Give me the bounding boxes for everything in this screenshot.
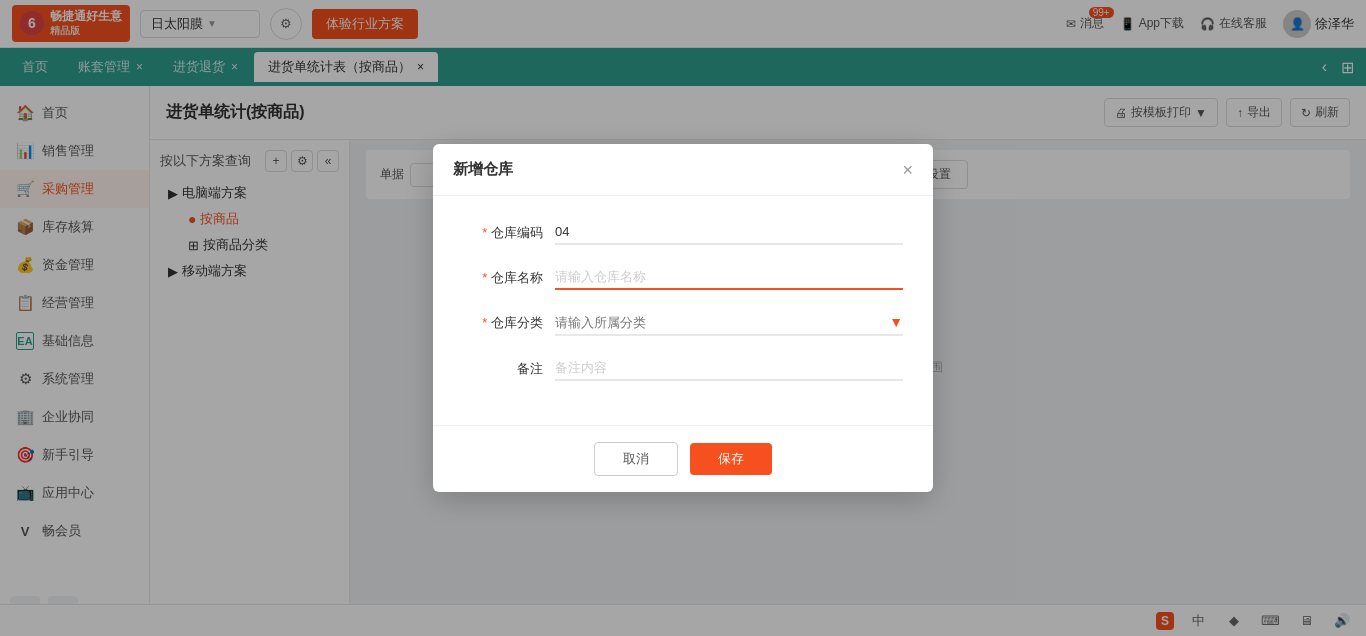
cancel-button[interactable]: 取消	[594, 442, 678, 476]
modal-close-button[interactable]: ×	[902, 161, 913, 179]
remark-label: 备注	[463, 360, 543, 378]
modal-overlay[interactable]: 新增仓库 × 仓库编码 仓库名称 仓库分类	[0, 0, 1366, 636]
name-input[interactable]	[555, 265, 903, 290]
modal-new-warehouse: 新增仓库 × 仓库编码 仓库名称 仓库分类	[433, 144, 933, 492]
remark-input[interactable]	[555, 356, 903, 381]
code-label: 仓库编码	[463, 224, 543, 242]
save-button[interactable]: 保存	[690, 443, 772, 475]
code-input[interactable]	[555, 220, 903, 245]
category-dropdown-icon: ▼	[889, 314, 903, 330]
form-row-code: 仓库编码	[463, 220, 903, 245]
category-label: 仓库分类	[463, 314, 543, 332]
category-select-wrap[interactable]: ▼	[555, 310, 903, 336]
form-row-name: 仓库名称	[463, 265, 903, 290]
modal-body: 仓库编码 仓库名称 仓库分类 ▼	[433, 196, 933, 425]
category-select-input[interactable]	[555, 315, 889, 330]
modal-footer: 取消 保存	[433, 425, 933, 492]
modal-title: 新增仓库	[453, 160, 513, 179]
form-row-category: 仓库分类 ▼	[463, 310, 903, 336]
form-row-remark: 备注	[463, 356, 903, 381]
name-label: 仓库名称	[463, 269, 543, 287]
modal-header: 新增仓库 ×	[433, 144, 933, 196]
